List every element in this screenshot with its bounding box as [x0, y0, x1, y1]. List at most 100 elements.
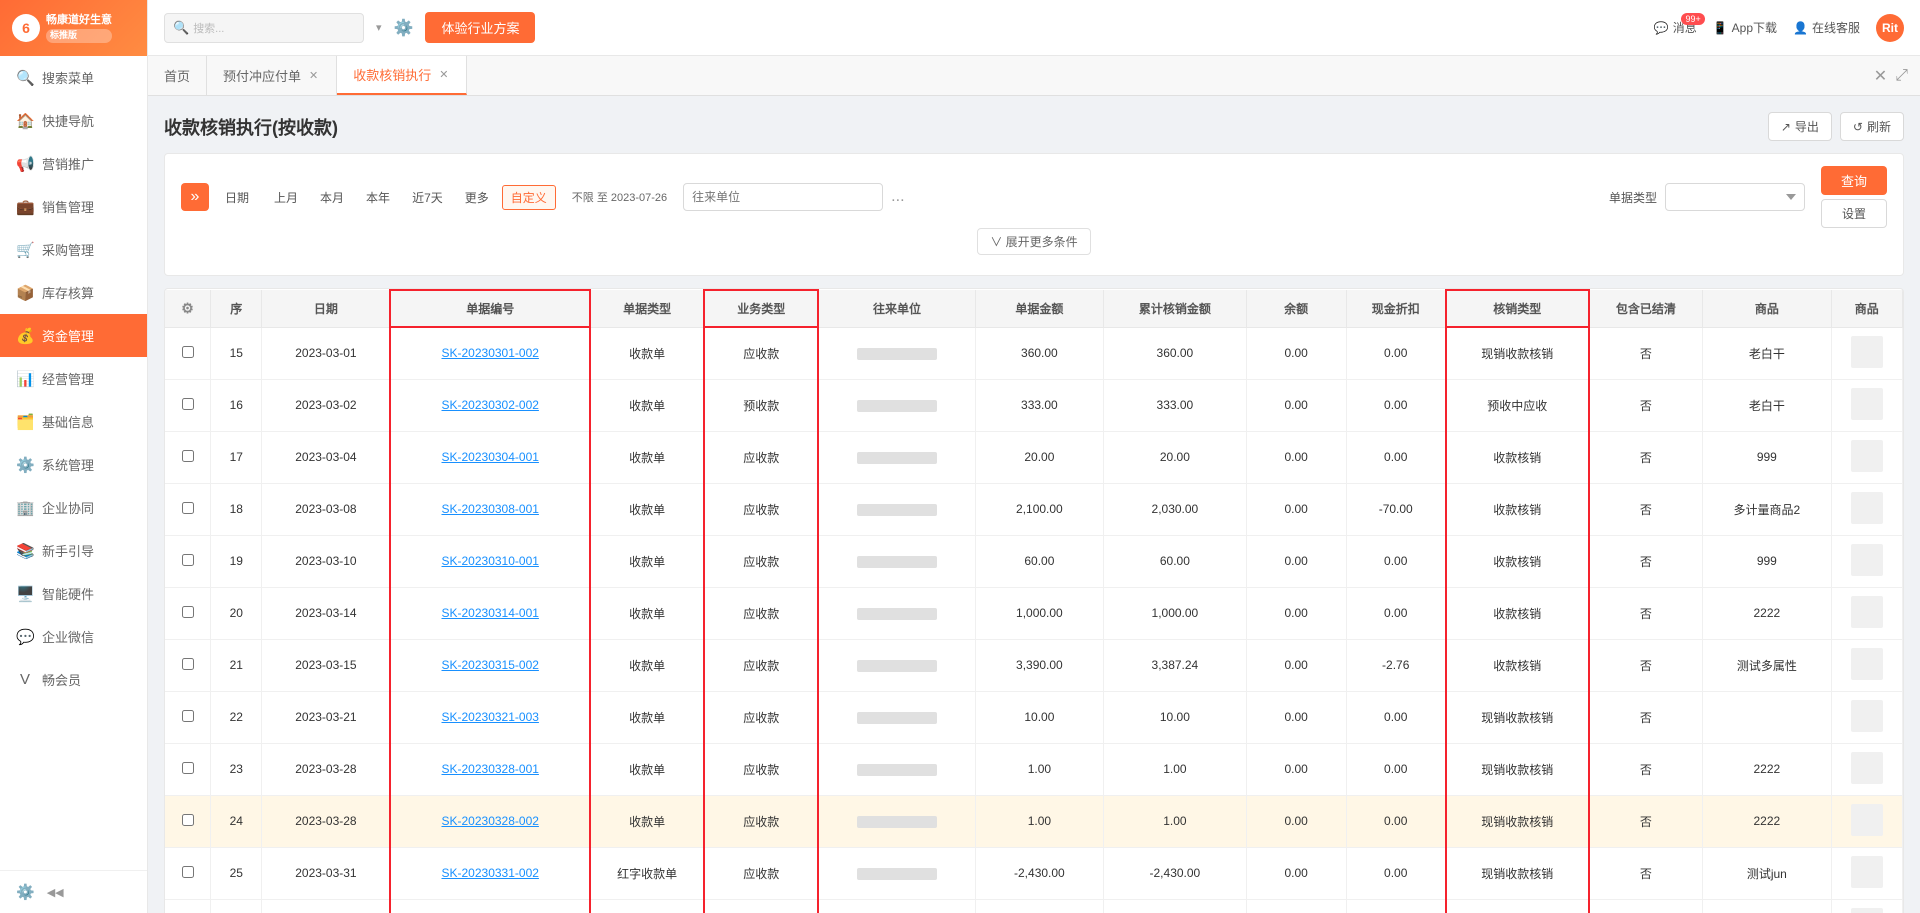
cell-goodsimg	[1831, 639, 1902, 691]
expand-conditions-button[interactable]: ∨ 展开更多条件	[977, 228, 1090, 255]
last-month-btn[interactable]: 上月	[265, 185, 307, 210]
tab-home[interactable]: 首页	[148, 56, 207, 95]
cell-checkbox[interactable]	[165, 899, 211, 913]
cell-checkbox[interactable]	[165, 327, 211, 379]
more-date-btn[interactable]: 更多	[456, 185, 498, 210]
sidebar-item-operation[interactable]: 📊经营管理	[0, 357, 147, 400]
col-header-docno[interactable]: 单据编号	[390, 290, 590, 327]
col-header-amount[interactable]: 单据金额	[975, 290, 1103, 327]
sidebar-item-sales[interactable]: 💼销售管理	[0, 185, 147, 228]
col-header-goodsimg[interactable]: 商品	[1831, 290, 1902, 327]
user-avatar[interactable]: Rit	[1876, 14, 1904, 42]
cell-docno[interactable]: SK-20230328-001	[390, 743, 590, 795]
col-header-accum[interactable]: 累计核销金额	[1104, 290, 1247, 327]
cell-accum: 1,000.00	[1104, 587, 1247, 639]
col-header-goods[interactable]: 商品	[1703, 290, 1831, 327]
tab-close-prepay[interactable]: ✕	[307, 67, 320, 84]
sidebar-item-wechat[interactable]: 💬企业微信	[0, 615, 147, 658]
cell-checkbox[interactable]	[165, 743, 211, 795]
dropdown-arrow-icon[interactable]: ▾	[376, 21, 382, 34]
settings-button[interactable]: 设置	[1821, 199, 1887, 228]
messages-action[interactable]: 💬 消息 99+	[1654, 19, 1697, 36]
this-year-btn[interactable]: 本年	[357, 185, 399, 210]
cell-docno[interactable]: SK-20230301-002	[390, 327, 590, 379]
gear-icon[interactable]: ⚙️	[394, 18, 414, 38]
topbar-search[interactable]: 🔍 搜索...	[164, 13, 364, 43]
col-header-doctype[interactable]: 单据类型	[590, 290, 704, 327]
table-head: ⚙ 序 日期 单据编号 单据类型 业务类型 往来单位 单据金额 累计核销金额 余…	[165, 290, 1903, 327]
date-filter-label: 日期	[225, 189, 249, 206]
col-header-partner[interactable]: 往来单位	[818, 290, 975, 327]
tab-prepay[interactable]: 预付冲应付单 ✕	[207, 56, 337, 95]
cell-docno[interactable]: SK-20230302-002	[390, 379, 590, 431]
close-window-icon[interactable]: ✕	[1874, 66, 1887, 86]
cell-docno[interactable]: SK-20230328-002	[390, 795, 590, 847]
partner-input[interactable]	[683, 183, 883, 211]
cell-accum: 20.00	[1104, 431, 1247, 483]
cell-checkbox[interactable]	[165, 379, 211, 431]
this-month-btn[interactable]: 本月	[311, 185, 353, 210]
cell-docno[interactable]: SK-20230315-002	[390, 639, 590, 691]
cell-checkbox[interactable]	[165, 431, 211, 483]
cell-docno[interactable]: SK-20230403-002	[390, 899, 590, 913]
custom-date-btn[interactable]: 自定义	[502, 185, 556, 210]
sidebar-item-member[interactable]: V畅会员	[0, 658, 147, 701]
industry-solution-button[interactable]: 体验行业方案	[425, 12, 535, 43]
cell-goodsimg	[1831, 535, 1902, 587]
cell-docno[interactable]: SK-20230331-002	[390, 847, 590, 899]
cell-biztype: 应收款	[704, 691, 818, 743]
online-service-action[interactable]: 👤 在线客服	[1793, 19, 1860, 36]
app-download-action[interactable]: 📱 App下载	[1713, 19, 1777, 36]
sidebar-item-guide[interactable]: 📚新手引导	[0, 529, 147, 572]
cell-checkbox[interactable]	[165, 535, 211, 587]
cell-docno[interactable]: SK-20230304-001	[390, 431, 590, 483]
export-button[interactable]: ↗ 导出	[1768, 112, 1832, 141]
cell-checkbox[interactable]	[165, 691, 211, 743]
col-header-cashdisc[interactable]: 现金折扣	[1346, 290, 1446, 327]
sidebar-item-system[interactable]: ⚙️系统管理	[0, 443, 147, 486]
tab-close-verify[interactable]: ✕	[437, 66, 450, 83]
refresh-button[interactable]: ↺ 刷新	[1840, 112, 1904, 141]
last-7days-btn[interactable]: 近7天	[403, 185, 452, 210]
column-settings-icon[interactable]: ⚙	[181, 300, 194, 316]
col-header-biztype[interactable]: 业务类型	[704, 290, 818, 327]
sidebar-item-inventory[interactable]: 📦库存核算	[0, 271, 147, 314]
table-row: 23 2023-03-28 SK-20230328-001 收款单 应收款 1.…	[165, 743, 1903, 795]
cell-no: 16	[211, 379, 262, 431]
sidebar-item-marketing[interactable]: 📢营销推广	[0, 142, 147, 185]
cell-checkbox[interactable]	[165, 795, 211, 847]
col-header-date[interactable]: 日期	[262, 290, 390, 327]
col-header-settings[interactable]: ⚙	[165, 290, 211, 327]
collapse-icon[interactable]: ◀◀	[47, 886, 64, 899]
sidebar-item-basic[interactable]: 🗂️基础信息	[0, 400, 147, 443]
sidebar-item-search[interactable]: 🔍搜索菜单	[0, 56, 147, 99]
goods-image	[1851, 804, 1883, 836]
sidebar-item-corp[interactable]: 🏢企业协同	[0, 486, 147, 529]
sidebar-item-finance[interactable]: 💰资金管理	[0, 314, 147, 357]
col-header-verifytype[interactable]: 核销类型	[1446, 290, 1589, 327]
cell-docno[interactable]: SK-20230321-003	[390, 691, 590, 743]
cell-docno[interactable]: SK-20230308-001	[390, 483, 590, 535]
cell-include: 否	[1589, 587, 1703, 639]
sidebar-item-nav[interactable]: 🏠快捷导航	[0, 99, 147, 142]
cell-accum: 10.00	[1104, 691, 1247, 743]
cell-docno[interactable]: SK-20230310-001	[390, 535, 590, 587]
cell-amount: 20.00	[975, 899, 1103, 913]
cell-checkbox[interactable]	[165, 847, 211, 899]
cell-checkbox[interactable]	[165, 639, 211, 691]
sidebar-item-hardware[interactable]: 🖥️智能硬件	[0, 572, 147, 615]
sidebar-item-purchase[interactable]: 🛒采购管理	[0, 228, 147, 271]
query-button[interactable]: 查询	[1821, 166, 1887, 195]
filter-expand-button[interactable]: »	[181, 183, 209, 211]
col-header-include[interactable]: 包含已结清	[1589, 290, 1703, 327]
doctype-select[interactable]	[1665, 183, 1805, 211]
col-header-balance[interactable]: 余额	[1246, 290, 1346, 327]
cell-docno[interactable]: SK-20230314-001	[390, 587, 590, 639]
cell-checkbox[interactable]	[165, 483, 211, 535]
tab-verify[interactable]: 收款核销执行 ✕	[337, 56, 467, 95]
cell-balance: 0.00	[1246, 431, 1346, 483]
cell-checkbox[interactable]	[165, 587, 211, 639]
settings-icon[interactable]: ⚙️	[16, 883, 35, 901]
maximize-icon[interactable]: ⤢	[1895, 67, 1908, 85]
more-options-icon[interactable]: ...	[891, 188, 904, 206]
